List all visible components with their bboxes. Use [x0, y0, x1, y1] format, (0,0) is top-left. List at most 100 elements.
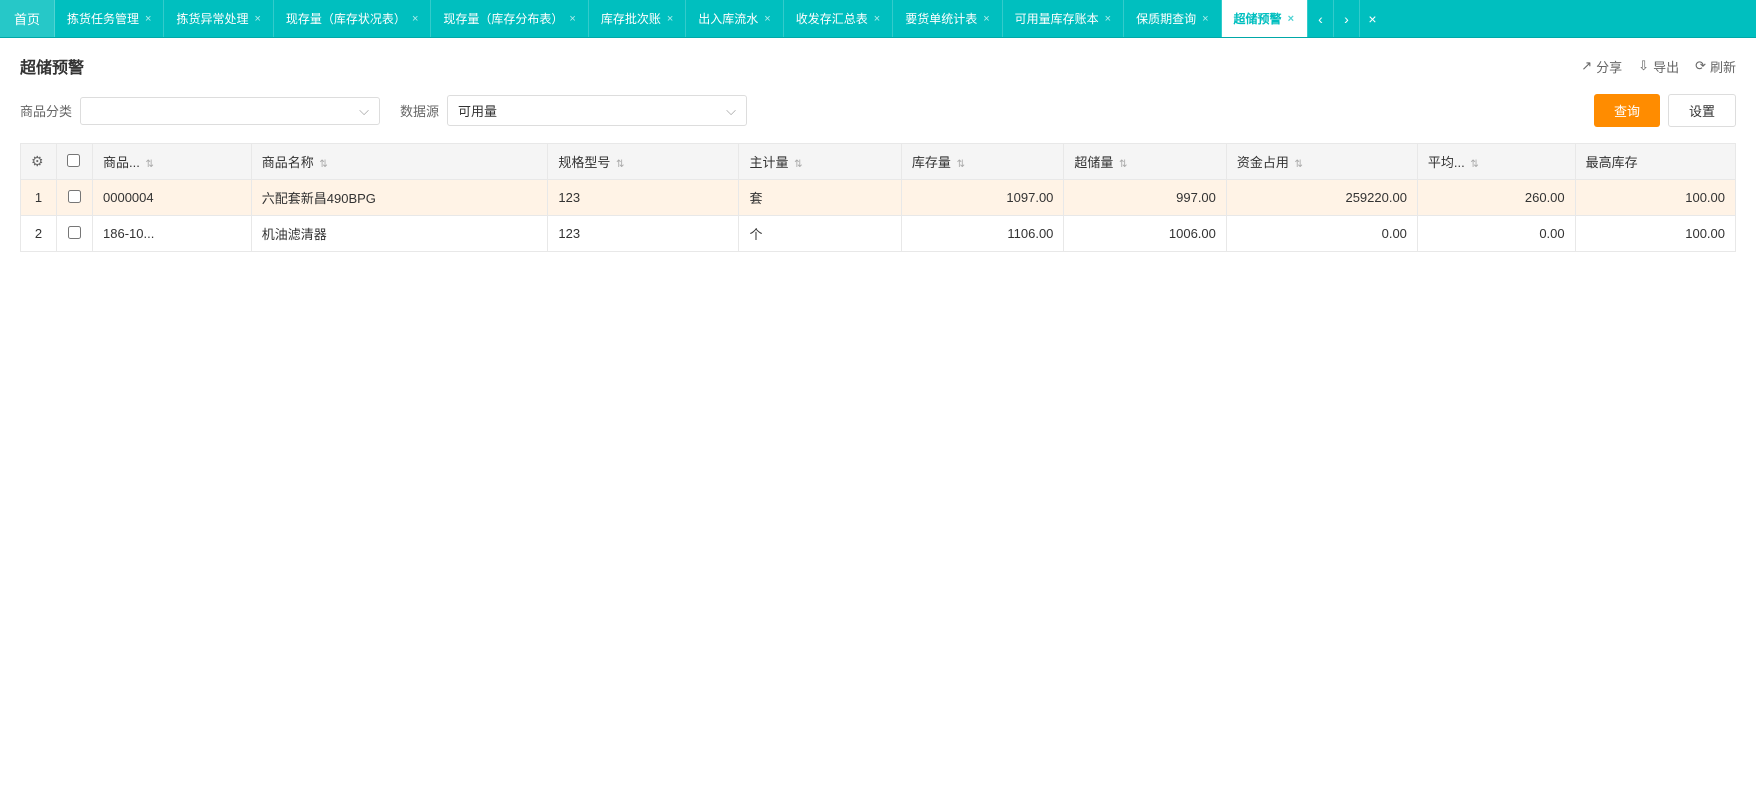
col-product-name[interactable]: 商品名称 ⇅: [251, 144, 548, 180]
nav-arrow-right[interactable]: ›: [1333, 0, 1359, 38]
col-product-name-label: 商品名称: [262, 155, 314, 170]
tab-label-jh: 拣货任务管理: [67, 10, 139, 27]
tab-label-bz: 保质期查询: [1136, 10, 1196, 27]
sort-icon-code[interactable]: ⇅: [145, 159, 153, 170]
close-icon-ky[interactable]: ×: [1105, 13, 1111, 25]
row-checkbox-0[interactable]: [57, 180, 93, 216]
export-icon: ⇩: [1638, 58, 1649, 74]
col-product-code-label: 商品...: [103, 155, 140, 170]
col-avg[interactable]: 平均... ⇅: [1417, 144, 1575, 180]
row-unit-1: 个: [739, 216, 901, 252]
tab-label-jc: 拣货异常处理: [176, 10, 248, 27]
nav-arrow-more[interactable]: ×: [1359, 0, 1385, 38]
nav-tab-jh[interactable]: 拣货任务管理 ×: [55, 0, 164, 38]
close-icon-yd[interactable]: ×: [983, 13, 989, 25]
nav-tab-cc[interactable]: 超储预警 ×: [1222, 0, 1307, 38]
data-source-value: 可用量: [458, 101, 497, 120]
col-gear[interactable]: ⚙: [21, 144, 57, 180]
nav-tab-sh[interactable]: 收发存汇总表 ×: [784, 0, 893, 38]
nav-tab-ck[interactable]: 出入库流水 ×: [686, 0, 783, 38]
header-actions: ↗ 分享 ⇩ 导出 ⟳ 刷新: [1581, 57, 1736, 76]
refresh-label: 刷新: [1710, 57, 1736, 76]
nav-tab-xc1[interactable]: 现存量（库存状况表） ×: [274, 0, 431, 38]
row-product-name-1: 机油滤清器: [251, 216, 548, 252]
nav-tab-yd[interactable]: 要货单统计表 ×: [893, 0, 1002, 38]
col-stock-label: 库存量: [912, 155, 951, 170]
chevron-down-icon-2: ⌵: [726, 103, 736, 119]
sort-icon-overstock[interactable]: ⇅: [1119, 159, 1127, 170]
settings-button[interactable]: 设置: [1668, 94, 1736, 127]
row-avg-1: 0.00: [1417, 216, 1575, 252]
row-stock-0: 1097.00: [901, 180, 1063, 216]
gear-icon[interactable]: ⚙: [31, 153, 44, 169]
home-label: 首页: [14, 9, 40, 28]
col-max-stock[interactable]: 最高库存: [1575, 144, 1735, 180]
refresh-icon: ⟳: [1695, 58, 1706, 74]
nav-tab-kc[interactable]: 库存批次账 ×: [589, 0, 686, 38]
data-source-select[interactable]: 可用量 ⌵: [447, 95, 747, 126]
product-category-filter: 商品分类 ⌵: [20, 97, 380, 125]
tab-label-ky: 可用量库存账本: [1015, 10, 1099, 27]
share-label: 分享: [1596, 57, 1622, 76]
close-icon-cc[interactable]: ×: [1288, 13, 1294, 25]
tab-label-xc2: 现存量（库存分布表）: [443, 10, 563, 27]
col-overstock[interactable]: 超储量 ⇅: [1064, 144, 1226, 180]
share-button[interactable]: ↗ 分享: [1581, 57, 1622, 76]
close-icon-kc[interactable]: ×: [667, 13, 673, 25]
nav-tab-bz[interactable]: 保质期查询 ×: [1124, 0, 1221, 38]
product-category-label: 商品分类: [20, 101, 72, 120]
col-overstock-label: 超储量: [1074, 155, 1113, 170]
row-capital-0: 259220.00: [1226, 180, 1417, 216]
sort-icon-name[interactable]: ⇅: [319, 159, 327, 170]
refresh-button[interactable]: ⟳ 刷新: [1695, 57, 1736, 76]
col-capital[interactable]: 资金占用 ⇅: [1226, 144, 1417, 180]
col-product-code[interactable]: 商品... ⇅: [93, 144, 252, 180]
select-all-checkbox[interactable]: [67, 154, 80, 167]
close-icon-jh[interactable]: ×: [145, 13, 151, 25]
nav-tab-xc2[interactable]: 现存量（库存分布表） ×: [431, 0, 588, 38]
row-capital-1: 0.00: [1226, 216, 1417, 252]
sort-icon-unit[interactable]: ⇅: [794, 159, 802, 170]
close-icon-xc1[interactable]: ×: [412, 13, 418, 25]
col-spec[interactable]: 规格型号 ⇅: [548, 144, 739, 180]
row-select-checkbox-0[interactable]: [68, 190, 81, 203]
tab-label-sh: 收发存汇总表: [796, 10, 868, 27]
sort-icon-stock[interactable]: ⇅: [957, 159, 965, 170]
sort-icon-capital[interactable]: ⇅: [1295, 159, 1303, 170]
nav-tab-jc[interactable]: 拣货异常处理 ×: [164, 0, 273, 38]
page-content: 超储预警 ↗ 分享 ⇩ 导出 ⟳ 刷新 商品分类 ⌵ 数据源: [0, 38, 1756, 800]
table-row: 1 0000004 六配套新昌490BPG 123 套 1097.00 997.…: [21, 180, 1736, 216]
close-icon-ck[interactable]: ×: [764, 13, 770, 25]
row-num-0: 1: [21, 180, 57, 216]
nav-arrow-left[interactable]: ‹: [1307, 0, 1333, 38]
close-icon-jc[interactable]: ×: [254, 13, 260, 25]
row-checkbox-1[interactable]: [57, 216, 93, 252]
query-button[interactable]: 查询: [1594, 94, 1660, 127]
data-source-filter: 数据源 可用量 ⌵: [400, 95, 747, 126]
col-unit-label: 主计量: [749, 155, 788, 170]
tab-label-cc: 超储预警: [1234, 10, 1282, 27]
sort-icon-spec[interactable]: ⇅: [616, 159, 624, 170]
close-icon-sh[interactable]: ×: [874, 13, 880, 25]
col-unit[interactable]: 主计量 ⇅: [739, 144, 901, 180]
close-icon-xc2[interactable]: ×: [569, 13, 575, 25]
row-num-1: 2: [21, 216, 57, 252]
page-title: 超储预警: [20, 54, 84, 78]
product-category-select[interactable]: ⌵: [80, 97, 380, 125]
row-max-stock-0: 100.00: [1575, 180, 1735, 216]
col-stock[interactable]: 库存量 ⇅: [901, 144, 1063, 180]
row-avg-0: 260.00: [1417, 180, 1575, 216]
filter-row: 商品分类 ⌵ 数据源 可用量 ⌵ 查询 设置: [20, 94, 1736, 127]
col-spec-label: 规格型号: [558, 155, 610, 170]
nav-tab-ky[interactable]: 可用量库存账本 ×: [1003, 0, 1124, 38]
row-spec-0: 123: [548, 180, 739, 216]
close-icon-bz[interactable]: ×: [1202, 13, 1208, 25]
export-button[interactable]: ⇩ 导出: [1638, 57, 1679, 76]
chevron-down-icon: ⌵: [359, 103, 369, 119]
tab-label-yd: 要货单统计表: [905, 10, 977, 27]
sort-icon-avg[interactable]: ⇅: [1470, 159, 1478, 170]
nav-tab-home[interactable]: 首页: [0, 0, 55, 38]
col-avg-label: 平均...: [1428, 155, 1465, 170]
row-select-checkbox-1[interactable]: [68, 226, 81, 239]
col-checkbox: [57, 144, 93, 180]
